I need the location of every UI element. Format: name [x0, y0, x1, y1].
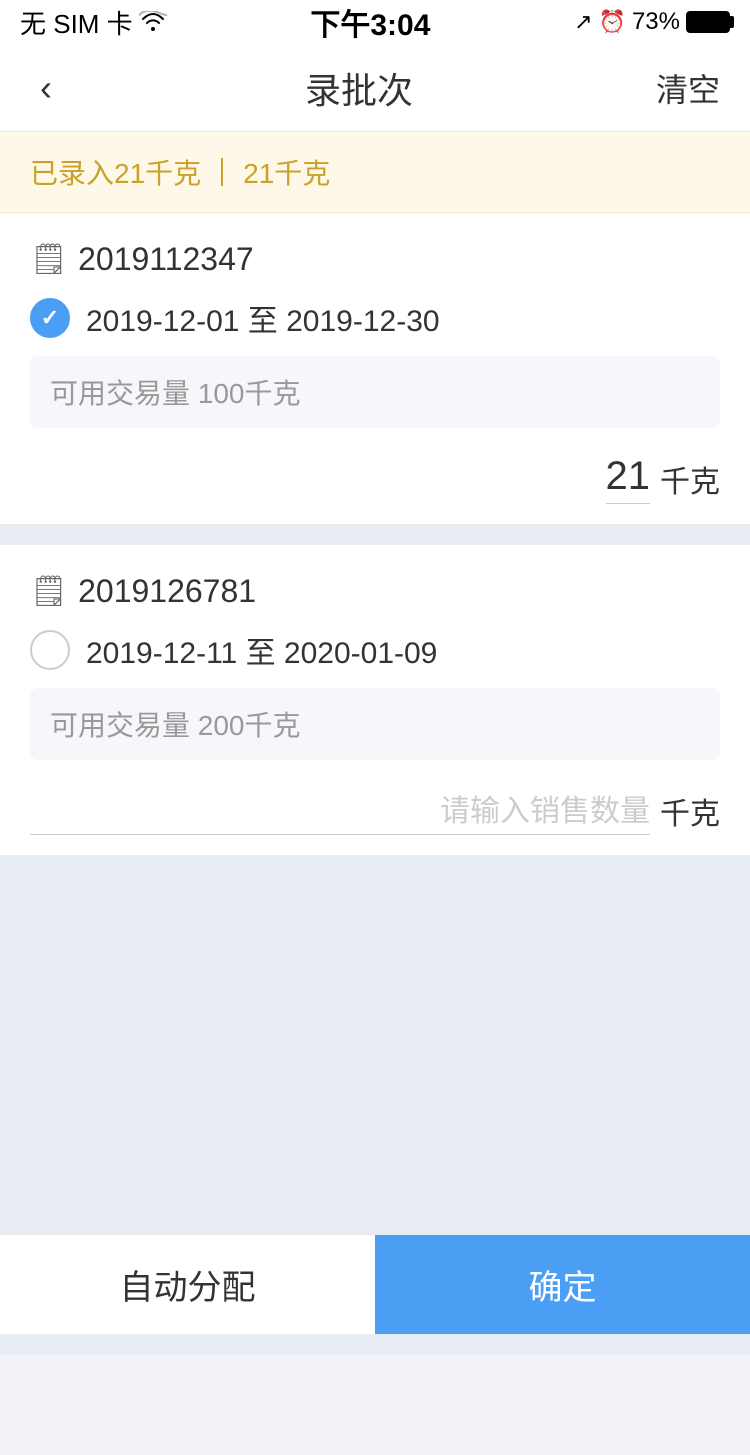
nav-bar: ‹ 录批次 清空: [0, 44, 750, 132]
batch-card-2: 🗒 2019126781 2019-12-11 至 2020-01-09 可用交…: [0, 545, 750, 855]
status-right: ↗ ⏰ 73%: [574, 8, 730, 36]
status-left: 无 SIM 卡: [20, 4, 167, 41]
page-title: 录批次: [305, 62, 413, 114]
batch-2-header: 🗒 2019126781: [0, 545, 750, 620]
batch-2-unit: 千克: [660, 789, 720, 833]
batch-1-qty: 可用交易量 100千克: [50, 378, 301, 409]
batch-1-qty-row: 可用交易量 100千克: [30, 356, 720, 428]
info-value: 21千克: [243, 152, 330, 192]
batch-1-unit: 千克: [660, 457, 720, 501]
info-banner: 已录入21千克 21千克: [0, 132, 750, 213]
batch-1-icon: 🗒: [30, 242, 68, 277]
batch-2-input-placeholder[interactable]: 请输入销售数量: [30, 786, 650, 830]
bottom-bar: 自动分配 确定: [0, 1234, 750, 1334]
batch-1-amount-row: 21 千克: [0, 438, 750, 525]
info-label: 已录入21千克: [30, 152, 201, 192]
batch-1-header: 🗒 2019112347: [0, 213, 750, 288]
batch-2-input-row: 请输入销售数量 千克: [0, 770, 750, 855]
wifi-icon: [139, 7, 167, 38]
battery-text: 73%: [632, 8, 680, 36]
batch-2-qty: 可用交易量 200千克: [50, 710, 301, 741]
batch-1-id: 2019112347: [78, 241, 254, 278]
batch-2-input-underline: [30, 834, 650, 835]
batch-1-date: 2019-12-01 至 2019-12-30: [86, 296, 440, 340]
battery-icon: [686, 11, 730, 33]
batch-2-input-area[interactable]: 请输入销售数量: [30, 786, 650, 835]
status-bar: 无 SIM 卡 下午3:04 ↗ ⏰ 73%: [0, 0, 750, 44]
batch-2-id: 2019126781: [78, 573, 256, 610]
batch-2-row[interactable]: 2019-12-11 至 2020-01-09: [0, 620, 750, 682]
batch-2-icon: 🗒: [30, 574, 68, 609]
alarm-icon: ⏰: [599, 9, 626, 35]
location-icon: ↗: [574, 9, 592, 35]
batch-1-amount: 21: [606, 454, 651, 499]
back-button[interactable]: ‹: [30, 57, 62, 119]
clear-button[interactable]: 清空: [656, 65, 720, 111]
section-separator: [0, 525, 750, 545]
confirm-button[interactable]: 确定: [375, 1235, 750, 1334]
batch-2-radio[interactable]: [30, 630, 70, 670]
batch-1-row[interactable]: 2019-12-01 至 2019-12-30: [0, 288, 750, 350]
batch-2-qty-row: 可用交易量 200千克: [30, 688, 720, 760]
batch-card-1: 🗒 2019112347 2019-12-01 至 2019-12-30 可用交…: [0, 213, 750, 525]
info-divider: [221, 158, 223, 186]
carrier-text: 无 SIM 卡: [20, 4, 133, 41]
batch-2-date: 2019-12-11 至 2020-01-09: [86, 628, 437, 672]
status-time: 下午3:04: [310, 0, 430, 44]
batch-1-radio[interactable]: [30, 298, 70, 338]
auto-distribute-button[interactable]: 自动分配: [0, 1235, 375, 1334]
